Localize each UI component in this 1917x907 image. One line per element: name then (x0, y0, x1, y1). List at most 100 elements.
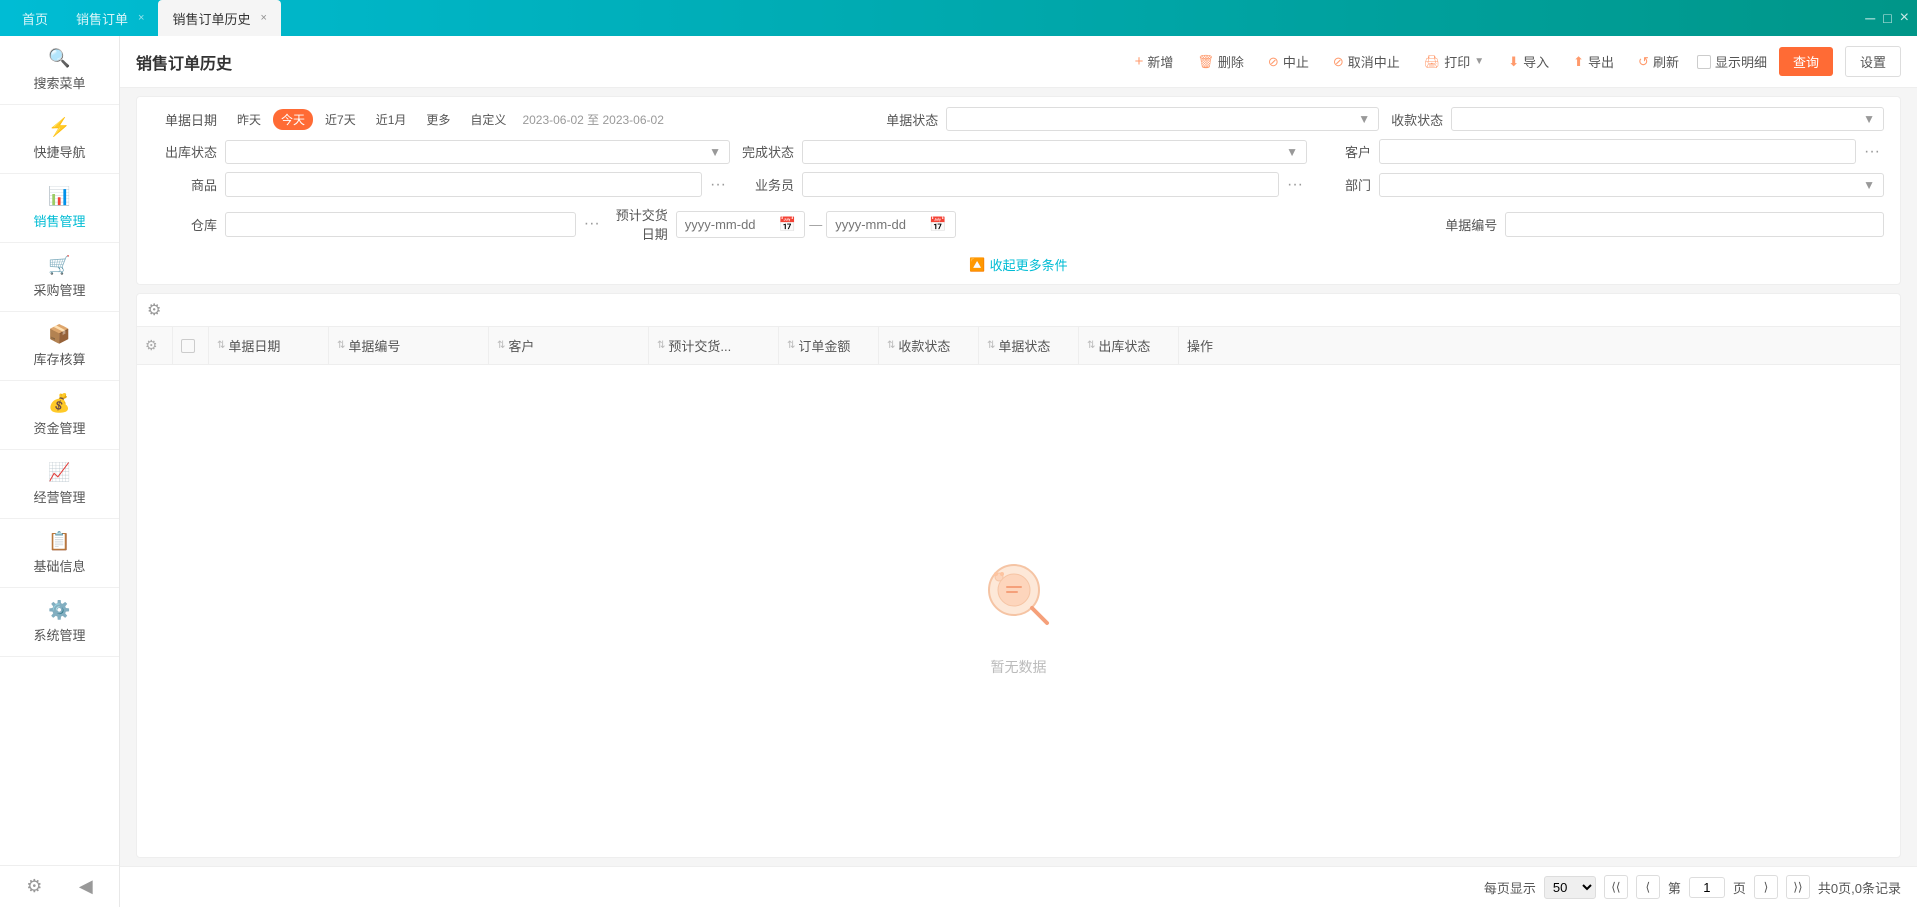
bill-number-input[interactable] (1505, 212, 1884, 237)
stop-btn[interactable]: ⊘ 中止 (1262, 48, 1315, 75)
date-btn-1month[interactable]: 近1月 (368, 109, 415, 130)
complete-status-dropdown[interactable]: ▼ (802, 140, 1307, 164)
expected-date-from-input[interactable] (685, 217, 775, 232)
th-expected-date[interactable]: ⇅ 预计交货... (649, 327, 779, 364)
current-page-input[interactable]: 1 (1689, 877, 1725, 898)
salesperson-field: ··· (802, 172, 1307, 197)
th-bill-number[interactable]: ⇅ 单据编号 (329, 327, 489, 364)
sidebar-item-system[interactable]: ⚙️ 系统管理 (0, 588, 119, 657)
tab-sales-order-history[interactable]: 销售订单历史 × (158, 0, 280, 36)
th-bill-date[interactable]: ⇅ 单据日期 (209, 327, 329, 364)
th-settings-icon[interactable]: ⚙ (145, 337, 158, 354)
th-settings: ⚙ (137, 327, 173, 364)
department-dropdown[interactable]: ▼ (1379, 173, 1884, 197)
first-page-btn[interactable]: ⟨⟨ (1604, 875, 1628, 899)
delete-icon: 🗑 (1197, 54, 1214, 70)
date-field: 昨天 今天 近7天 近1月 更多 自定义 2023-06-02 至 2023-0… (225, 109, 874, 130)
warehouse-input[interactable] (225, 212, 576, 237)
date-btn-custom[interactable]: 自定义 (462, 109, 514, 130)
customer-ellipsis-icon[interactable]: ··· (1860, 143, 1884, 161)
sidebar-item-sales-mgmt-label: 销售管理 (33, 211, 85, 230)
table-settings-icon[interactable]: ⚙ (147, 300, 161, 320)
refresh-btn[interactable]: ↺ 刷新 (1632, 48, 1685, 75)
sidebar-item-system-label: 系统管理 (33, 625, 85, 644)
out-status-dropdown[interactable]: ▼ (225, 140, 730, 164)
sort-icon-out-status: ⇅ (1087, 340, 1095, 351)
sidebar-item-quick-nav[interactable]: ⚡ 快捷导航 (0, 105, 119, 174)
window-close-btn[interactable]: × (1900, 9, 1909, 27)
tab-sales-order-history-close[interactable]: × (260, 12, 266, 24)
expected-date-from-wrap: 📅 (676, 211, 805, 238)
collapse-label: 收起更多条件 (990, 255, 1068, 274)
date-btn-today[interactable]: 今天 (273, 109, 313, 130)
th-collection-status[interactable]: ⇅ 收款状态 (879, 327, 979, 364)
tab-home[interactable]: 首页 (8, 0, 62, 36)
th-select-all-checkbox[interactable] (181, 339, 195, 353)
window-controls: ─ □ × (1865, 9, 1909, 27)
product-field: ··· (225, 172, 730, 197)
customer-input[interactable] (1379, 139, 1856, 164)
customer-field: ··· (1379, 139, 1884, 164)
export-btn[interactable]: ⬆ 导出 (1567, 48, 1620, 75)
print-btn[interactable]: 🖨 打印 ▼ (1418, 48, 1490, 75)
cancel-stop-btn[interactable]: ⊘ 取消中止 (1327, 48, 1406, 75)
date-btn-more[interactable]: 更多 (418, 109, 458, 130)
sidebar-collapse-icon[interactable]: ◀ (79, 876, 93, 897)
sidebar-settings-icon[interactable]: ⚙ (26, 876, 42, 897)
expected-date-to-calendar-icon[interactable]: 📅 (929, 216, 946, 233)
sidebar-item-inventory[interactable]: 📦 库存核算 (0, 312, 119, 381)
maximize-btn[interactable]: □ (1883, 10, 1891, 26)
import-btn[interactable]: ⬇ 导入 (1502, 48, 1555, 75)
next-page-btn[interactable]: ⟩ (1754, 875, 1778, 899)
settings-btn[interactable]: 设置 (1845, 46, 1901, 77)
date-btn-yesterday[interactable]: 昨天 (229, 109, 269, 130)
new-btn[interactable]: + 新增 (1129, 48, 1180, 75)
page-header: 销售订单历史 + 新增 🗑 删除 ⊘ 中止 ⊘ 取消中止 (120, 36, 1917, 88)
export-icon: ⬆ (1573, 54, 1584, 70)
sidebar-item-sales-mgmt[interactable]: 📊 销售管理 (0, 174, 119, 243)
th-out-status[interactable]: ⇅ 出库状态 (1079, 327, 1179, 364)
tab-sales-order-close[interactable]: × (138, 12, 144, 24)
th-bill-status[interactable]: ⇅ 单据状态 (979, 327, 1079, 364)
top-bar: 首页 销售订单 × 销售订单历史 × ─ □ × (0, 0, 1917, 36)
import-label: 导入 (1523, 52, 1549, 71)
date-quick-buttons: 昨天 今天 近7天 近1月 更多 自定义 (229, 109, 514, 130)
salesperson-ellipsis-icon[interactable]: ··· (1283, 176, 1307, 194)
sidebar-item-finance[interactable]: 💰 资金管理 (0, 381, 119, 450)
sidebar-item-business[interactable]: 📈 经营管理 (0, 450, 119, 519)
product-ellipsis-icon[interactable]: ··· (706, 176, 730, 194)
print-icon: 🖨 (1424, 54, 1441, 70)
business-icon: 📈 (48, 462, 70, 483)
show-detail-toggle[interactable]: 显示明细 (1697, 52, 1767, 71)
sidebar-item-purchase-mgmt[interactable]: 🛒 采购管理 (0, 243, 119, 312)
last-page-btn[interactable]: ⟩⟩ (1786, 875, 1810, 899)
th-order-amount-label: 订单金额 (798, 336, 850, 355)
tab-sales-order[interactable]: 销售订单 × (62, 0, 158, 36)
page-label-before: 第 (1668, 878, 1681, 897)
show-detail-checkbox[interactable] (1697, 55, 1711, 69)
warehouse-ellipsis-icon[interactable]: ··· (580, 215, 604, 233)
query-btn[interactable]: 查询 (1779, 47, 1833, 76)
complete-status-chevron-icon: ▼ (1286, 145, 1298, 159)
per-page-select[interactable]: 20 50 100 (1544, 876, 1596, 899)
sidebar-item-basic-info[interactable]: 📋 基础信息 (0, 519, 119, 588)
bill-status-chevron-icon: ▼ (1358, 112, 1370, 126)
product-input[interactable] (225, 172, 702, 197)
sidebar-item-search-menu[interactable]: 🔍 搜索菜单 (0, 36, 119, 105)
th-operation-label: 操作 (1187, 336, 1213, 355)
minimize-btn[interactable]: ─ (1865, 10, 1875, 26)
th-order-amount[interactable]: ⇅ 订单金额 (779, 327, 879, 364)
collapse-conditions-btn[interactable]: 🔼 收起更多条件 (153, 251, 1884, 274)
date-btn-7days[interactable]: 近7天 (317, 109, 364, 130)
th-customer[interactable]: ⇅ 客户 (489, 327, 649, 364)
expected-date-from-calendar-icon[interactable]: 📅 (779, 216, 796, 233)
prev-page-btn[interactable]: ⟨ (1636, 875, 1660, 899)
delete-btn[interactable]: 🗑 删除 (1191, 48, 1250, 75)
th-checkbox (173, 327, 209, 364)
salesperson-input[interactable] (802, 172, 1279, 197)
expected-date-to-input[interactable] (835, 217, 925, 232)
bill-status-label: 单据状态 (874, 110, 946, 129)
bill-status-dropdown[interactable]: ▼ (946, 107, 1379, 131)
collection-status-dropdown[interactable]: ▼ (1451, 107, 1884, 131)
stop-icon: ⊘ (1268, 54, 1279, 70)
